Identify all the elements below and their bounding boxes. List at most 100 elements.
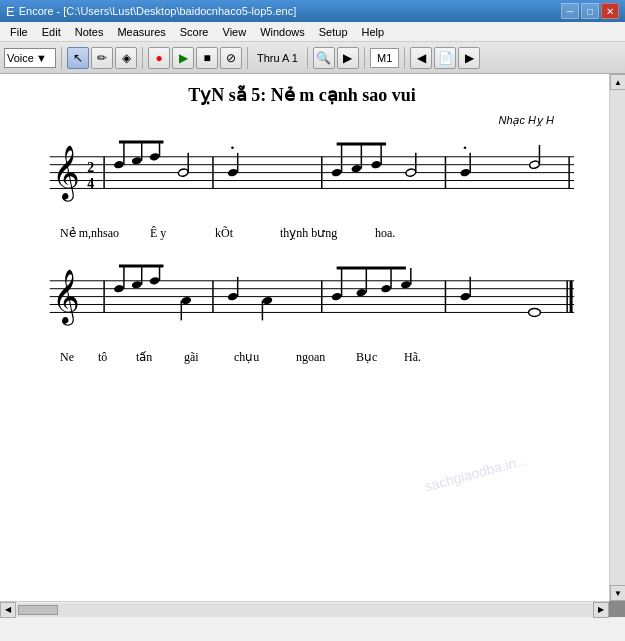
svg-point-36 <box>529 160 540 169</box>
toolbar: Voice ▼ ↖ ✏ ◈ ● ▶ ■ ⊘ Thru A 1 🔍 ▶ M1 ◀ … <box>0 42 625 74</box>
toolbar-sep-3 <box>247 47 248 69</box>
score-content: TỵN sẵ 5: Nẻ m cạnh sao vui Nhạc Hỵ H 𝄞 … <box>0 74 609 395</box>
svg-text:2: 2 <box>87 160 94 175</box>
toolbar-sep-6 <box>404 47 405 69</box>
search-button[interactable]: 🔍 <box>313 47 335 69</box>
svg-point-62 <box>331 292 342 301</box>
toolbar-group-tools: ↖ ✏ ◈ <box>67 47 137 69</box>
h-scrollbar[interactable]: ◀ ▶ <box>0 601 609 617</box>
toolbar-group-thru: Thru A 1 <box>253 52 302 64</box>
close-button[interactable]: ✕ <box>601 3 619 19</box>
lyric-1-2: Ê y <box>150 226 215 241</box>
select-tool-button[interactable]: ↖ <box>67 47 89 69</box>
svg-point-73 <box>529 309 541 317</box>
title-text: Encore - [C:\Users\Lust\Desktop\baidocnh… <box>19 5 297 17</box>
svg-text:4: 4 <box>87 176 94 191</box>
voice-label: Voice <box>7 52 34 64</box>
menu-file[interactable]: File <box>4 23 34 41</box>
menu-help[interactable]: Help <box>356 23 391 41</box>
next-button[interactable]: ▶ <box>458 47 480 69</box>
toolbar-sep-1 <box>61 47 62 69</box>
app-icon: E <box>6 4 15 19</box>
minimize-button[interactable]: ─ <box>561 3 579 19</box>
svg-point-16 <box>178 168 189 177</box>
svg-point-47 <box>113 284 124 293</box>
menu-setup[interactable]: Setup <box>313 23 354 41</box>
pencil-tool-button[interactable]: ✏ <box>91 47 113 69</box>
svg-point-64 <box>356 288 367 297</box>
staff-svg-2: 𝄞 <box>20 261 584 350</box>
svg-point-10 <box>113 160 124 169</box>
stop-button[interactable]: ■ <box>196 47 218 69</box>
voice-select[interactable]: Voice ▼ <box>4 48 56 68</box>
lyric-1-4: thỵnh bưng <box>280 226 375 241</box>
lyric-1-3: kÕt <box>215 226 280 241</box>
prev-button[interactable]: ◀ <box>410 47 432 69</box>
lyric-2-5: chụu <box>234 350 296 365</box>
m1-display: M1 <box>370 48 399 68</box>
scroll-right-button[interactable]: ▶ <box>593 602 609 618</box>
lyric-1-1: Nẻ m,nhsao <box>60 226 150 241</box>
staff-system-1: 𝄞 2 4 <box>20 137 584 241</box>
svg-point-12 <box>131 156 142 165</box>
loop-button[interactable]: ⊘ <box>220 47 242 69</box>
svg-text:𝄞: 𝄞 <box>52 145 80 202</box>
toolbar-group-voice: Voice ▼ <box>4 48 56 68</box>
title-bar: E Encore - [C:\Users\Lust\Desktop\baidoc… <box>0 0 625 22</box>
svg-text:𝄞: 𝄞 <box>52 269 80 326</box>
title-controls[interactable]: ─ □ ✕ <box>561 3 619 19</box>
toolbar-group-nav: 🔍 ▶ <box>313 47 359 69</box>
svg-point-19 <box>227 168 238 177</box>
v-scroll-track <box>610 90 625 585</box>
forward-button[interactable]: ▶ <box>337 47 359 69</box>
lyric-1-5: hoa. <box>375 226 435 241</box>
v-scrollbar[interactable]: ▲ ▼ <box>609 74 625 601</box>
composer: Nhạc Hỵ H <box>20 114 584 127</box>
menu-windows[interactable]: Windows <box>254 23 311 41</box>
svg-point-68 <box>400 280 411 289</box>
svg-point-14 <box>149 152 160 161</box>
score-title: TỵN sẵ 5: Nẻ m cạnh sao vui <box>20 84 584 106</box>
lyric-2-2: tô <box>98 350 136 365</box>
menu-bar: File Edit Notes Measures Score View Wind… <box>0 22 625 42</box>
maximize-button[interactable]: □ <box>581 3 599 19</box>
toolbar-sep-2 <box>142 47 143 69</box>
scroll-up-button[interactable]: ▲ <box>610 74 625 90</box>
toolbar-sep-4 <box>307 47 308 69</box>
title-bar-left: E Encore - [C:\Users\Lust\Desktop\baidoc… <box>6 4 296 19</box>
h-scroll-thumb[interactable] <box>18 605 58 615</box>
eraser-tool-button[interactable]: ◈ <box>115 47 137 69</box>
thru-label: Thru A 1 <box>253 52 302 64</box>
menu-score[interactable]: Score <box>174 23 215 41</box>
menu-notes[interactable]: Notes <box>69 23 110 41</box>
svg-point-71 <box>460 292 471 301</box>
svg-point-33 <box>460 168 471 177</box>
staff-system-2: 𝄞 <box>20 261 584 365</box>
lyrics-line-1: Nẻ m,nhsao Ê y kÕt thỵnh bưng hoa. <box>20 226 584 241</box>
toolbar-group-transport: ● ▶ ■ ⊘ <box>148 47 242 69</box>
staff-svg-1: 𝄞 2 4 <box>20 137 584 226</box>
scroll-down-button[interactable]: ▼ <box>610 585 625 601</box>
lyric-2-3: tấn <box>136 350 184 365</box>
svg-point-24 <box>331 168 342 177</box>
toolbar-group-nav2: ◀ 📄 ▶ <box>410 47 480 69</box>
lyric-2-6: ngoan <box>296 350 356 365</box>
watermark: sachgiaodba.in... <box>423 452 529 495</box>
lyric-2-7: Bục <box>356 350 404 365</box>
scroll-left-button[interactable]: ◀ <box>0 602 16 618</box>
svg-point-56 <box>227 292 238 301</box>
score-page: TỵN sẵ 5: Nẻ m cạnh sao vui Nhạc Hỵ H 𝄞 … <box>0 74 609 601</box>
svg-point-28 <box>371 160 382 169</box>
menu-measures[interactable]: Measures <box>111 23 171 41</box>
svg-point-66 <box>380 284 391 293</box>
menu-edit[interactable]: Edit <box>36 23 67 41</box>
page-button[interactable]: 📄 <box>434 47 456 69</box>
score-container: ▲ ▼ ◀ ▶ TỵN sẵ 5: Nẻ m cạnh sao vui Nhạc… <box>0 74 625 617</box>
play-button[interactable]: ▶ <box>172 47 194 69</box>
record-button[interactable]: ● <box>148 47 170 69</box>
svg-point-53 <box>181 296 192 305</box>
lyric-2-4: gãi <box>184 350 234 365</box>
svg-point-58 <box>262 296 273 305</box>
svg-point-51 <box>149 276 160 285</box>
menu-view[interactable]: View <box>217 23 253 41</box>
